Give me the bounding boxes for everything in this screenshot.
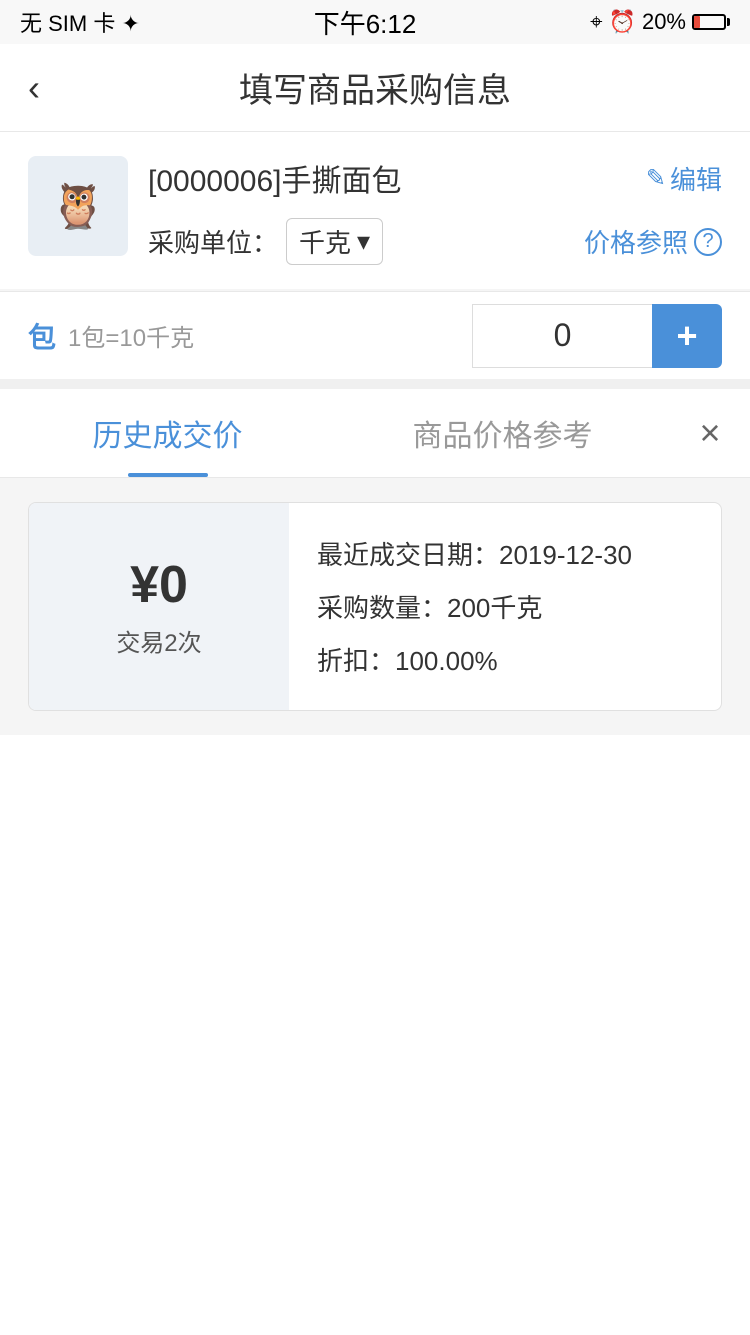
quantity-increment-button[interactable]: + [652, 304, 722, 368]
product-thumbnail-icon: 🦉 [51, 180, 106, 232]
nav-bar: ‹ 填写商品采购信息 [0, 44, 750, 132]
product-header: [0000006]手撕面包 ✎ 编辑 [148, 156, 722, 200]
status-right: ⌖ ⏰ 20% [590, 9, 730, 35]
status-left: 无 SIM 卡 ✦ [20, 6, 140, 38]
battery-body [692, 14, 726, 30]
unit-select-dropdown[interactable]: 千克 ▾ [286, 218, 383, 265]
tab-close-button[interactable]: × [670, 389, 750, 477]
recent-date-row: 最近成交日期：2019-12-30 [317, 535, 693, 572]
product-image: 🦉 [28, 156, 128, 256]
tab-product-price-ref-label: 商品价格参考 [413, 411, 593, 455]
history-transaction-count: 交易2次 [116, 623, 201, 658]
history-card: ¥0 交易2次 最近成交日期：2019-12-30 采购数量：200千克 折扣：… [28, 502, 722, 711]
discount-value: 100.00% [395, 646, 498, 676]
product-info: [0000006]手撕面包 ✎ 编辑 采购单位： 千克 ▾ 价格参照 ? [148, 156, 722, 265]
bao-unit-icon: 包 [28, 316, 56, 356]
history-price-panel: ¥0 交易2次 [29, 503, 289, 710]
tab-product-price-ref[interactable]: 商品价格参考 [335, 389, 670, 477]
quantity-section: 包 1包=10千克 0 + [0, 291, 750, 379]
sim-text: 无 SIM 卡 ✦ [20, 6, 140, 38]
discount-row: 折扣：100.00% [317, 641, 693, 678]
tab-row: 历史成交价 商品价格参考 × [0, 389, 750, 477]
tab-area: 历史成交价 商品价格参考 × [0, 389, 750, 478]
unit-value: 千克 [299, 223, 351, 260]
discount-label: 折扣： [317, 646, 395, 676]
battery-percent: 20% [642, 9, 686, 35]
quantity-value: 0 [554, 317, 572, 354]
history-price-value: ¥0 [130, 555, 188, 615]
quantity-input[interactable]: 0 [472, 304, 652, 368]
unit-row: 采购单位： 千克 ▾ 价格参照 ? [148, 218, 722, 265]
location-icon: ⌖ [590, 9, 602, 35]
dropdown-chevron-icon: ▾ [357, 226, 370, 257]
product-code: [0000006] [148, 165, 281, 198]
product-card: 🦉 [0000006]手撕面包 ✎ 编辑 采购单位： 千克 ▾ [0, 132, 750, 289]
purchase-unit-label: 采购单位： [148, 223, 278, 260]
tab-history-price[interactable]: 历史成交价 [0, 389, 335, 477]
close-icon: × [699, 412, 720, 454]
section-separator [0, 379, 750, 389]
purchase-qty-label: 采购数量： [317, 593, 447, 623]
product-name: [0000006]手撕面包 [148, 156, 401, 200]
edit-button[interactable]: ✎ 编辑 [646, 160, 722, 197]
recent-date-label: 最近成交日期： [317, 540, 499, 570]
status-time: 下午6:12 [314, 4, 417, 41]
edit-icon: ✎ [646, 164, 666, 193]
quantity-control: 0 + [472, 304, 722, 368]
battery-icon [692, 14, 730, 30]
history-detail-panel: 最近成交日期：2019-12-30 采购数量：200千克 折扣：100.00% [289, 503, 721, 710]
purchase-unit-group: 采购单位： 千克 ▾ [148, 218, 383, 265]
recent-date-value: 2019-12-30 [499, 540, 632, 570]
alarm-icon: ⏰ [609, 9, 636, 35]
back-button[interactable]: ‹ [28, 67, 40, 109]
quantity-label-group: 包 1包=10千克 [28, 316, 194, 356]
product-title: 手撕面包 [281, 165, 401, 198]
tab-history-price-label: 历史成交价 [93, 411, 243, 455]
battery-fill [694, 16, 700, 28]
purchase-qty-row: 采购数量：200千克 [317, 588, 693, 625]
edit-label: 编辑 [670, 160, 722, 197]
plus-icon: + [676, 315, 697, 357]
help-circle-icon: ? [694, 228, 722, 256]
product-top-row: 🦉 [0000006]手撕面包 ✎ 编辑 采购单位： 千克 ▾ [28, 156, 722, 265]
history-card-container: ¥0 交易2次 最近成交日期：2019-12-30 采购数量：200千克 折扣：… [0, 478, 750, 735]
status-bar: 无 SIM 卡 ✦ 下午6:12 ⌖ ⏰ 20% [0, 0, 750, 44]
tab-active-indicator [128, 473, 208, 477]
white-fill-area [0, 735, 750, 1335]
page-title: 填写商品采购信息 [239, 63, 511, 112]
price-reference-button[interactable]: 价格参照 ? [584, 223, 722, 260]
purchase-qty-value: 200千克 [447, 593, 542, 623]
battery-cap [727, 18, 730, 26]
unit-conversion-text: 1包=10千克 [68, 318, 194, 353]
price-ref-label: 价格参照 [584, 223, 688, 260]
